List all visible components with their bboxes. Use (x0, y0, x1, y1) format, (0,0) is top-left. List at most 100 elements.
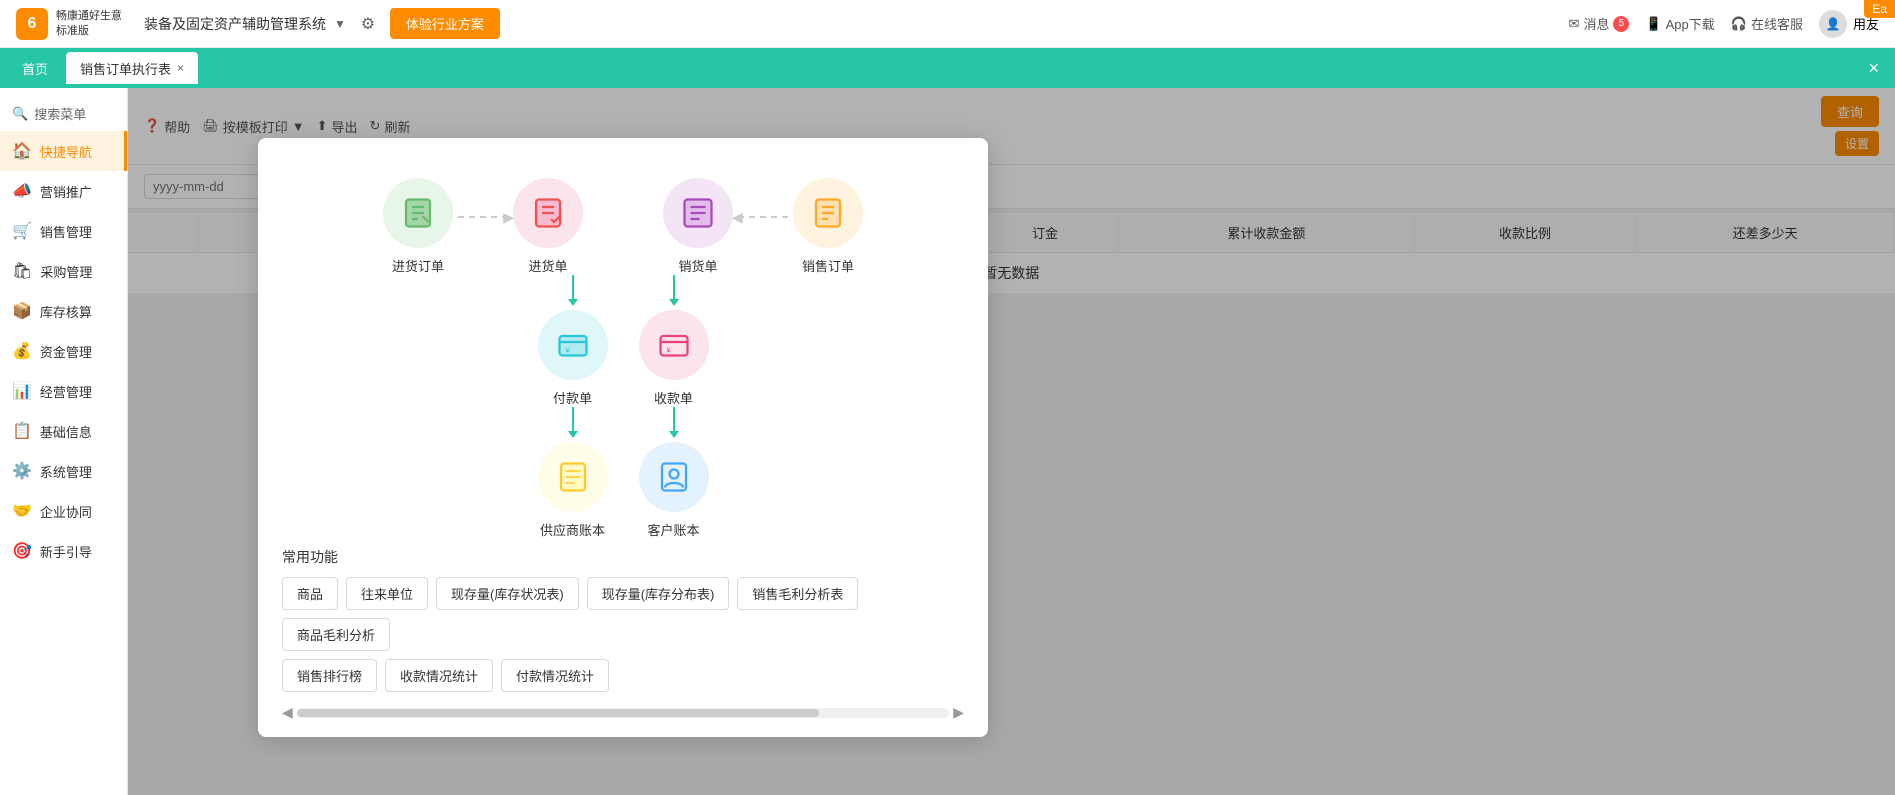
sidebar-item-basic[interactable]: 📋 基础信息 (0, 411, 127, 451)
tab-sales-order[interactable]: 销售订单执行表 × (66, 52, 198, 84)
message-badge: 5 (1613, 16, 1629, 32)
purchase-bill-circle (513, 178, 583, 248)
purchase-order-label: 进货订单 (392, 256, 444, 275)
system-icon: ⚙️ (12, 461, 32, 481)
settings-btn[interactable]: ⚙ (354, 10, 382, 38)
v-connector-sb (669, 275, 679, 306)
func-btn-product[interactable]: 商品 (282, 577, 338, 610)
customer-section: 客户账本 (623, 407, 724, 539)
system-name: 装备及固定资产辅助管理系统 (144, 14, 326, 34)
sidebar-item-finance[interactable]: 💰 资金管理 (0, 331, 127, 371)
message-action[interactable]: ✉ 消息 5 (1569, 14, 1630, 33)
top-header: 6 畅康通好生意 标准版 装备及固定资产辅助管理系统 ▼ ⚙ 体验行业方案 ✉ … (0, 0, 1895, 48)
purchase-bill-label: 进货单 (528, 256, 567, 275)
customer-ledger-label: 客户账本 (647, 520, 699, 539)
func-btn-sales-profit[interactable]: 销售毛利分析表 (737, 577, 858, 610)
sales-bill-circle (663, 178, 733, 248)
popup-box: 进货订单 ▶ (258, 138, 988, 737)
sidebar-item-inventory[interactable]: 📦 库存核算 (0, 291, 127, 331)
popup-scrollbar: ◀ ▶ (282, 704, 964, 721)
scrollbar-thumb (297, 709, 819, 717)
arrow-so-to-sb: ◀ (733, 216, 793, 218)
sales-bill-label: 销货单 (678, 256, 717, 275)
receipt-bill-node[interactable]: ¥ 收款单 (639, 310, 709, 407)
sb-down-section: ¥ 收款单 (623, 275, 724, 407)
supplier-section: 供应商账本 (522, 407, 623, 539)
sidebar-item-guide[interactable]: 🎯 新手引导 (0, 531, 127, 571)
func-btn-product-profit[interactable]: 商品毛利分析 (282, 618, 390, 651)
sidebar: 🔍 搜索菜单 🏠 快捷导航 📣 营销推广 🛒 销售管理 🛍 采购管理 📦 库存核… (0, 88, 128, 795)
scroll-right-btn[interactable]: ▶ (953, 704, 964, 721)
sales-icon: 🛒 (12, 221, 32, 241)
headset-icon: 🎧 (1731, 16, 1747, 32)
home-icon: 🏠 (12, 141, 32, 161)
sidebar-item-purchase[interactable]: 🛍 采购管理 (0, 251, 127, 291)
common-funcs: 常用功能 商品 往来单位 现存量(库存状况表) 现存量(库存分布表) 销售毛利分… (282, 539, 964, 692)
online-service-action[interactable]: 🎧 在线客服 (1731, 14, 1803, 33)
scrollbar-track[interactable] (297, 708, 949, 718)
func-btn-row1: 商品 往来单位 现存量(库存状况表) 现存量(库存分布表) 销售毛利分析表 商品… (282, 577, 964, 651)
basic-icon: 📋 (12, 421, 32, 441)
message-icon: ✉ (1569, 16, 1580, 32)
tab-home[interactable]: 首页 (8, 52, 62, 84)
scroll-left-btn[interactable]: ◀ (282, 704, 293, 721)
avatar: 👤 (1819, 10, 1847, 38)
trial-btn[interactable]: 体验行业方案 (390, 8, 500, 39)
header-right: ✉ 消息 5 📱 App下载 🎧 在线客服 👤 用友 Ea (1569, 10, 1879, 38)
sidebar-item-marketing[interactable]: 📣 营销推广 (0, 171, 127, 211)
sales-order-circle (793, 178, 863, 248)
customer-ledger-node[interactable]: 客户账本 (639, 442, 709, 539)
supplier-ledger-circle (538, 442, 608, 512)
func-btn-stock-dist[interactable]: 现存量(库存分布表) (587, 577, 730, 610)
v-connector-receipt (669, 407, 679, 438)
supplier-ledger-node[interactable]: 供应商账本 (538, 442, 608, 539)
func-btn-payment-stats[interactable]: 付款情况统计 (501, 659, 609, 692)
main-layout: 🔍 搜索菜单 🏠 快捷导航 📣 营销推广 🛒 销售管理 🛍 采购管理 📦 库存核… (0, 88, 1895, 795)
common-funcs-title: 常用功能 (282, 547, 964, 567)
func-btn-stock-status[interactable]: 现存量(库存状况表) (436, 577, 579, 610)
main-close-btn[interactable]: × (1860, 54, 1887, 83)
func-btn-row2: 销售排行榜 收款情况统计 付款情况统计 (282, 659, 964, 692)
mobile-icon: 📱 (1645, 16, 1661, 32)
marketing-icon: 📣 (12, 181, 32, 201)
func-btn-receipt-stats[interactable]: 收款情况统计 (385, 659, 493, 692)
v-connector-payment (568, 407, 578, 438)
sidebar-item-sales[interactable]: 🛒 销售管理 (0, 211, 127, 251)
collab-icon: 🤝 (12, 501, 32, 521)
customer-ledger-circle (639, 442, 709, 512)
system-dropdown-btn[interactable]: ▼ (334, 17, 346, 31)
guide-icon: 🎯 (12, 541, 32, 561)
purchase-order-node[interactable]: 进货订单 (383, 178, 453, 275)
tab-close-btn[interactable]: × (177, 61, 184, 75)
system-title: 装备及固定资产辅助管理系统 ▼ ⚙ 体验行业方案 (144, 8, 1569, 39)
receipt-bill-circle: ¥ (639, 310, 709, 380)
arrow-po-to-pb: ▶ (453, 216, 513, 218)
purchase-order-circle (383, 178, 453, 248)
sales-order-label: 销售订单 (802, 256, 854, 275)
inventory-icon: 📦 (12, 301, 32, 321)
popup-overlay: 进货订单 ▶ (128, 88, 1895, 795)
logo-icon: 6 (16, 8, 48, 40)
sidebar-item-collab[interactable]: 🤝 企业协同 (0, 491, 127, 531)
pb-down-section: ¥ 付款单 (522, 275, 623, 407)
app-download-action[interactable]: 📱 App下载 (1645, 14, 1714, 33)
content-area: ❓ 帮助 🖨 按模板打印 ▼ ⬆ 导出 ↻ 刷新 查询 设置 (128, 88, 1895, 795)
payment-bill-node[interactable]: ¥ 付款单 (538, 310, 608, 407)
sidebar-search[interactable]: 🔍 搜索菜单 (0, 96, 127, 131)
operations-icon: 📊 (12, 381, 32, 401)
payment-bill-label: 付款单 (553, 388, 592, 407)
sidebar-item-operations[interactable]: 📊 经营管理 (0, 371, 127, 411)
v-connector-pb (568, 275, 578, 306)
logo-area: 6 畅康通好生意 标准版 (16, 8, 144, 40)
sales-order-node[interactable]: 销售订单 (793, 178, 863, 275)
tab-bar: 首页 销售订单执行表 × × (0, 48, 1895, 88)
sales-bill-node[interactable]: 销货单 (663, 178, 733, 275)
logo-text: 畅康通好生意 标准版 (56, 9, 122, 38)
sidebar-item-quick-nav[interactable]: 🏠 快捷导航 (0, 131, 127, 171)
func-btn-sales-rank[interactable]: 销售排行榜 (282, 659, 377, 692)
ea-badge: Ea (1864, 0, 1895, 18)
receipt-bill-label: 收款单 (654, 388, 693, 407)
sidebar-item-system[interactable]: ⚙️ 系统管理 (0, 451, 127, 491)
func-btn-partners[interactable]: 往来单位 (346, 577, 428, 610)
purchase-bill-node[interactable]: 进货单 (513, 178, 583, 275)
